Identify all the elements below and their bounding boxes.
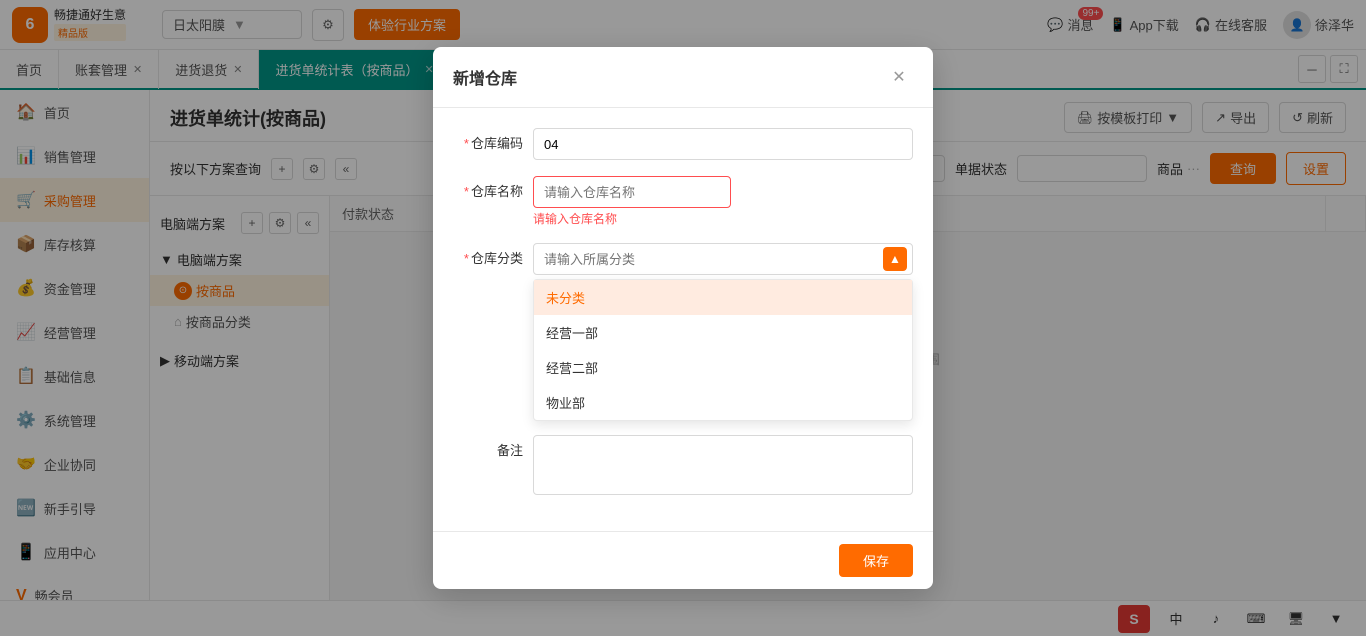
category-input[interactable] <box>533 243 913 275</box>
modal-body: 仓库编码 仓库名称 请输入仓库名称 仓库分类 <box>433 108 933 531</box>
category-dropdown-list: 未分类 经营一部 经营二部 物业部 <box>533 279 913 421</box>
modal-header: 新增仓库 ✕ <box>433 47 933 108</box>
note-label: 备注 <box>453 435 533 467</box>
code-label: 仓库编码 <box>453 128 533 160</box>
modal-footer: 保存 <box>433 531 933 589</box>
option-unclassified[interactable]: 未分类 <box>534 280 912 315</box>
modal-close-button[interactable]: ✕ <box>885 63 913 91</box>
option-dept1[interactable]: 经营一部 <box>534 315 912 350</box>
category-field-wrap: ▲ 未分类 经营一部 经营二部 物业部 <box>533 243 913 275</box>
code-input[interactable] <box>533 128 913 160</box>
name-field-wrap <box>533 176 731 208</box>
name-error-msg: 请输入仓库名称 <box>533 212 617 226</box>
form-row-name: 仓库名称 请输入仓库名称 <box>453 176 913 227</box>
modal-new-warehouse: 新增仓库 ✕ 仓库编码 仓库名称 请输入仓库名称 <box>433 47 933 589</box>
name-input[interactable] <box>533 176 731 208</box>
form-row-code: 仓库编码 <box>453 128 913 160</box>
option-dept3[interactable]: 物业部 <box>534 385 912 420</box>
note-textarea[interactable] <box>533 435 913 495</box>
category-dropdown-arrow[interactable]: ▲ <box>883 247 907 271</box>
option-dept2[interactable]: 经营二部 <box>534 350 912 385</box>
modal-overlay[interactable]: 新增仓库 ✕ 仓库编码 仓库名称 请输入仓库名称 <box>0 0 1366 636</box>
modal-title: 新增仓库 <box>453 65 517 89</box>
save-button[interactable]: 保存 <box>839 544 913 577</box>
form-row-note: 备注 <box>453 435 913 495</box>
category-label: 仓库分类 <box>453 243 533 275</box>
form-row-category: 仓库分类 ▲ 未分类 经营一部 经营二部 物业部 <box>453 243 913 275</box>
name-label: 仓库名称 <box>453 176 533 208</box>
